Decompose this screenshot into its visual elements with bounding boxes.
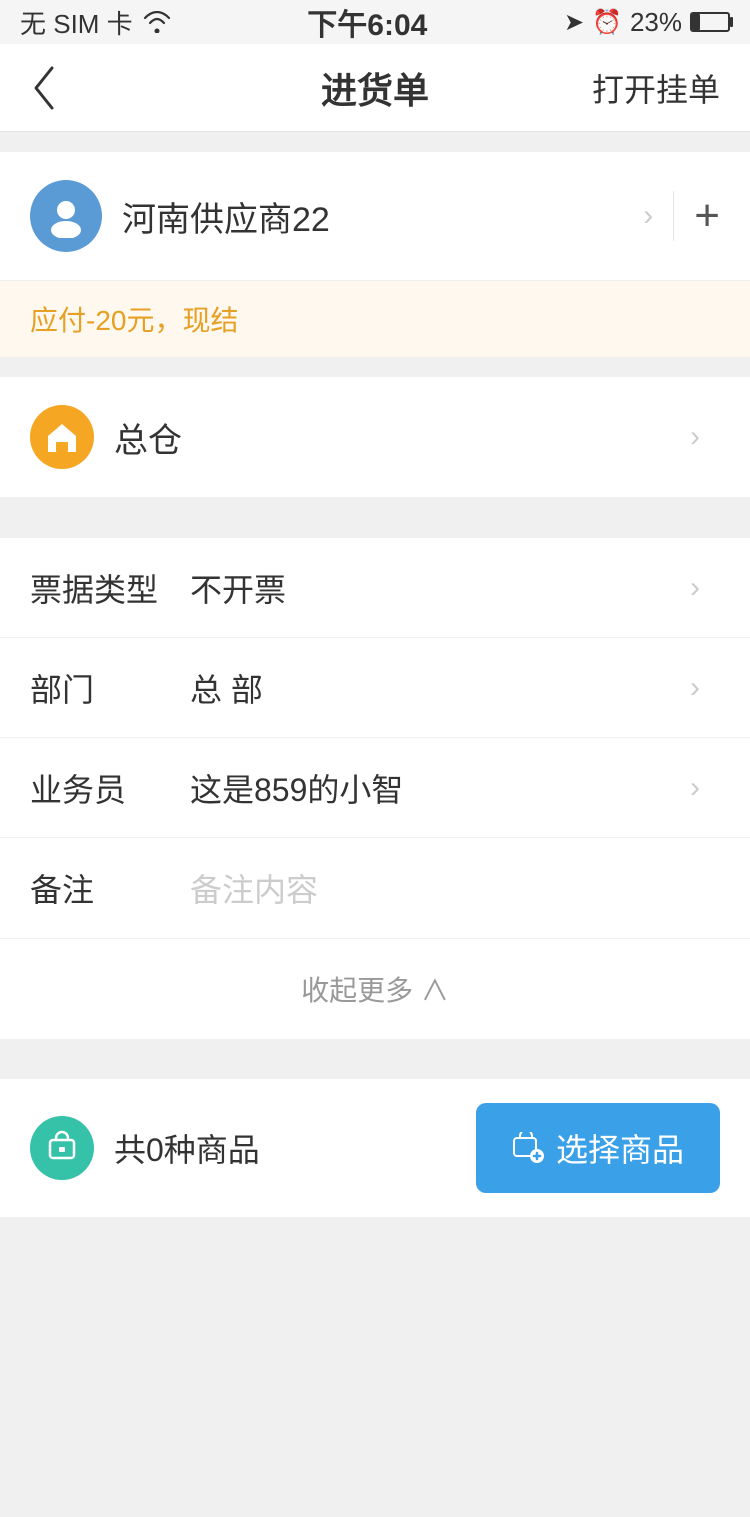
supplier-chevron-icon: › [643, 199, 653, 233]
remark-row[interactable]: 备注 备注内容 [0, 838, 750, 938]
wifi-icon [143, 11, 171, 33]
remark-label: 备注 [30, 865, 170, 911]
supplier-name: 河南供应商22 [122, 192, 643, 241]
carrier-text: 无 SIM 卡 [20, 4, 133, 41]
status-bar: 无 SIM 卡 下午6:04 ➤ ⏰ 23% [0, 0, 750, 44]
status-icons: ➤ ⏰ 23% [564, 7, 730, 38]
department-value: 总 部 [170, 665, 690, 711]
mid-divider-2 [0, 498, 750, 518]
back-button[interactable] [30, 64, 58, 112]
main-background [0, 1217, 750, 1517]
department-row[interactable]: 部门 总 部 › [0, 638, 750, 738]
invoice-label: 票据类型 [30, 565, 170, 611]
warehouse-chevron-icon: › [690, 420, 700, 454]
warehouse-name: 总仓 [114, 413, 690, 462]
supplier-section: 河南供应商22 › + 应付-20元，现结 [0, 152, 750, 357]
warehouse-icon [30, 405, 94, 469]
select-product-button[interactable]: 选择商品 [476, 1103, 720, 1193]
salesman-label: 业务员 [30, 765, 170, 811]
notice-text: 应付-20元，现结 [30, 305, 238, 336]
invoice-value: 不开票 [170, 565, 690, 611]
top-divider [0, 132, 750, 152]
open-pending-button[interactable]: 打开挂单 [592, 65, 720, 111]
location-icon: ➤ [564, 8, 584, 37]
supplier-row[interactable]: 河南供应商22 › + [0, 152, 750, 281]
mid-divider-1 [0, 357, 750, 377]
department-label: 部门 [30, 665, 170, 711]
page-title: 进货单 [321, 62, 429, 114]
status-time: 下午6:04 [307, 0, 427, 44]
department-chevron-icon: › [690, 671, 700, 705]
salesman-chevron-icon: › [690, 771, 700, 805]
product-icon [30, 1116, 94, 1180]
mid-divider-3 [0, 1039, 750, 1059]
supplier-divider [673, 191, 674, 241]
warehouse-section[interactable]: 总仓 › [0, 377, 750, 498]
invoice-chevron-icon: › [690, 571, 700, 605]
warehouse-row[interactable]: 总仓 › [0, 377, 750, 497]
bottom-bar: 共0种商品 选择商品 [0, 1079, 750, 1217]
collapse-label: 收起更多 ∧ [301, 969, 449, 1009]
nav-bar: 进货单 打开挂单 [0, 44, 750, 132]
invoice-type-row[interactable]: 票据类型 不开票 › [0, 538, 750, 638]
salesman-value: 这是859的小智 [170, 765, 690, 811]
battery-icon [690, 12, 730, 32]
battery-text: 23% [630, 7, 682, 38]
add-supplier-button[interactable]: + [694, 194, 720, 238]
select-product-label: 选择商品 [556, 1125, 684, 1171]
remark-input[interactable]: 备注内容 [170, 865, 720, 911]
collapse-toggle[interactable]: 收起更多 ∧ [0, 938, 750, 1039]
product-count: 共0种商品 [114, 1125, 456, 1171]
salesman-row[interactable]: 业务员 这是859的小智 › [0, 738, 750, 838]
status-carrier-wifi: 无 SIM 卡 [20, 4, 171, 41]
form-section: 票据类型 不开票 › 部门 总 部 › 业务员 这是859的小智 › 备注 备注… [0, 538, 750, 1039]
alarm-icon: ⏰ [592, 8, 622, 37]
supplier-avatar [30, 180, 102, 252]
select-product-icon [512, 1132, 544, 1164]
notice-banner: 应付-20元，现结 [0, 281, 750, 357]
